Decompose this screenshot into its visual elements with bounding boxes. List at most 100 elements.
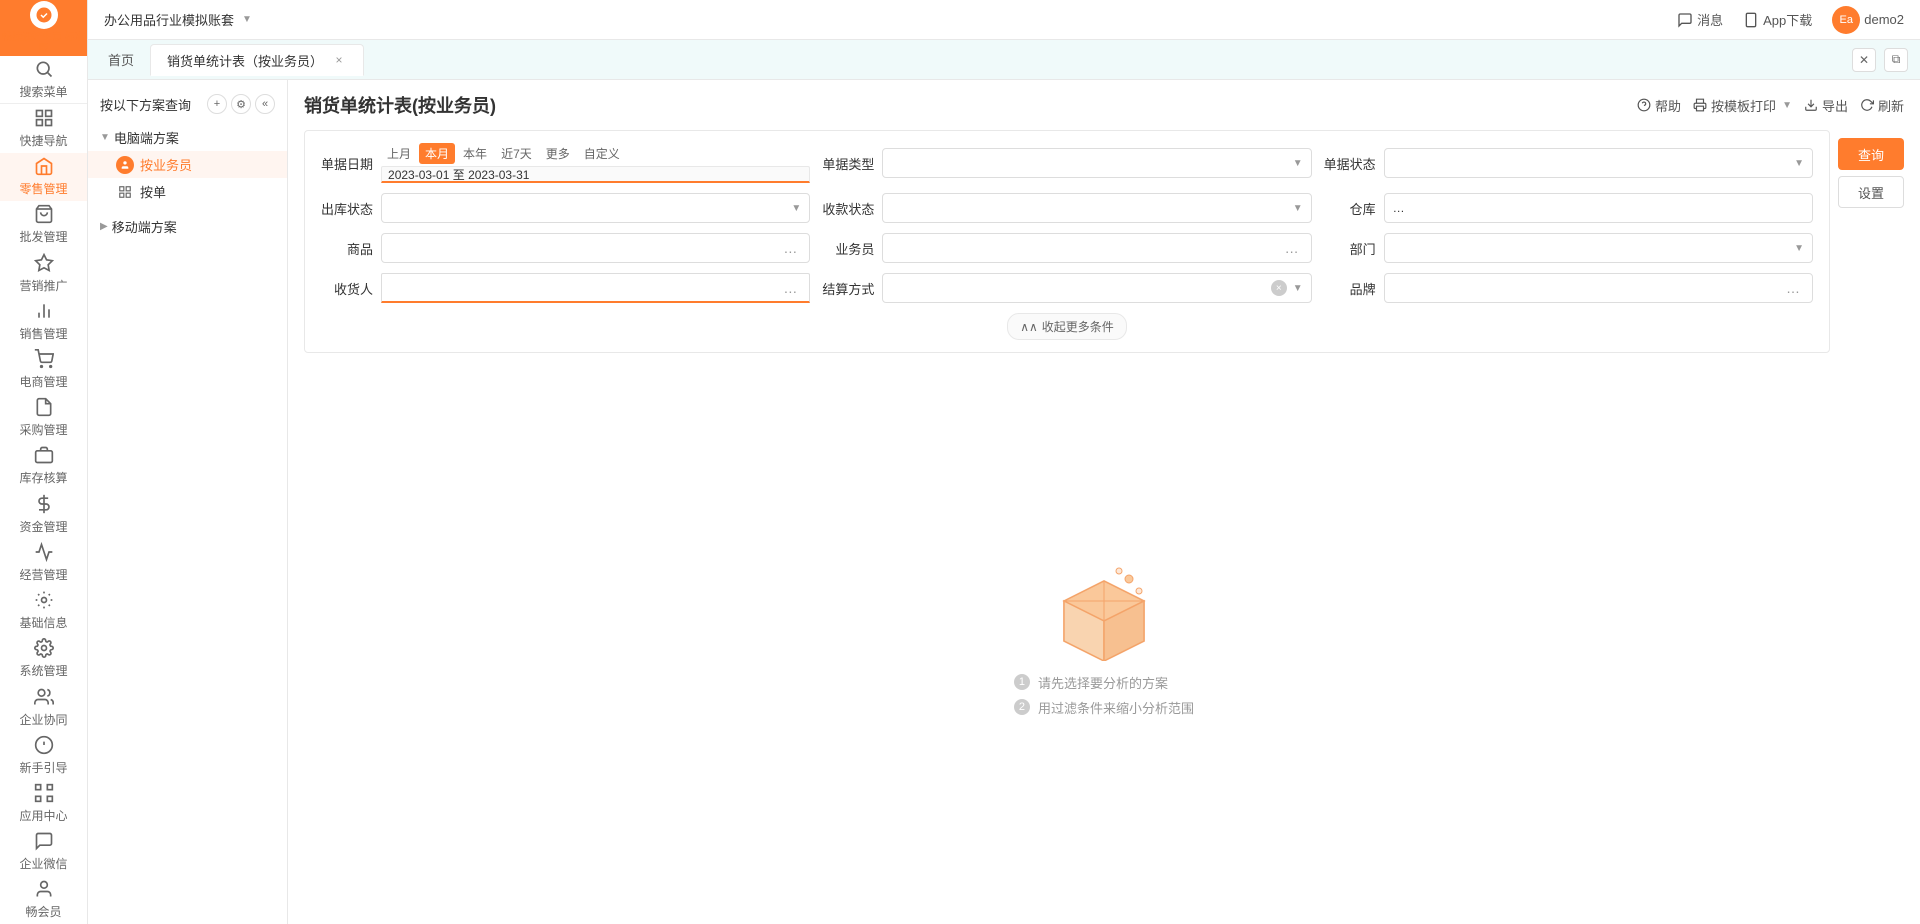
salesperson-input[interactable]: … bbox=[882, 233, 1311, 263]
sidebar-item-purchase[interactable]: 采购管理 bbox=[0, 394, 88, 442]
salesperson-label: 业务员 bbox=[822, 239, 874, 258]
sidebar-item-finance-label: 资金管理 bbox=[19, 518, 67, 535]
sidebar-item-guide[interactable]: 新手引导 bbox=[0, 731, 88, 779]
shortcut-more[interactable]: 更多 bbox=[540, 143, 576, 164]
tree-parent-desktop[interactable]: ▼ 电脑端方案 bbox=[88, 124, 287, 151]
sidebar-item-ecommerce[interactable]: 电商管理 bbox=[0, 345, 88, 393]
department-select[interactable]: ▼ bbox=[1384, 233, 1813, 263]
docstatus-arrow: ▼ bbox=[1794, 158, 1804, 169]
help-btn[interactable]: 帮助 bbox=[1637, 96, 1681, 115]
query-buttons: 查询 设置 bbox=[1838, 130, 1904, 208]
sidebar-item-search-label: 搜索菜单 bbox=[19, 83, 67, 100]
shortcut-custom[interactable]: 自定义 bbox=[578, 143, 626, 164]
app-logo[interactable]: 畅捷通好生意 标准版 bbox=[0, 0, 88, 56]
tab-restore-window-btn[interactable]: ⧉ bbox=[1884, 48, 1908, 72]
date-field-container: 上月 本月 本年 近7天 更多 自定义 bbox=[381, 143, 810, 183]
tree-child-salesperson[interactable]: 按业务员 bbox=[88, 151, 287, 178]
settings-scheme-btn[interactable]: ⚙ bbox=[231, 94, 251, 114]
consignee-label: 收货人 bbox=[321, 279, 373, 298]
win-close-icon: ✕ bbox=[1859, 53, 1869, 67]
tree-parent-mobile[interactable]: ▶ 移动端方案 bbox=[88, 213, 287, 240]
template-print-btn[interactable]: 按模板打印 ▼ bbox=[1693, 96, 1792, 115]
sidebar-item-operation[interactable]: 经营管理 bbox=[0, 538, 88, 586]
paymentmethod-clear-btn[interactable]: × bbox=[1271, 280, 1287, 296]
sidebar-item-member[interactable]: 畅会员 bbox=[0, 876, 88, 924]
user-info[interactable]: Ea demo2 bbox=[1832, 6, 1904, 34]
paymentstatus-select[interactable]: ▼ bbox=[882, 193, 1311, 223]
shortcut-this-month[interactable]: 本月 bbox=[419, 143, 455, 164]
settings-btn[interactable]: 设置 bbox=[1838, 176, 1904, 208]
left-panel-actions: + ⚙ « bbox=[207, 94, 275, 114]
sidebar-item-apps[interactable]: 应用中心 bbox=[0, 779, 88, 827]
sidebar-item-apps-label: 应用中心 bbox=[19, 807, 67, 824]
goods-input[interactable]: … bbox=[381, 233, 810, 263]
message-btn[interactable]: 消息 bbox=[1677, 10, 1723, 29]
export-btn[interactable]: 导出 bbox=[1804, 96, 1848, 115]
warehouse-input[interactable]: … bbox=[1384, 193, 1813, 223]
logo-icon bbox=[30, 1, 58, 29]
shortcut-7days[interactable]: 近7天 bbox=[495, 143, 538, 164]
sidebar-item-wholesale-label: 批发管理 bbox=[19, 228, 67, 245]
sidebar-item-collab[interactable]: 企业协同 bbox=[0, 683, 88, 731]
sidebar-item-operation-label: 经营管理 bbox=[19, 566, 67, 583]
collapse-btn[interactable]: ∧∧ 收起更多条件 bbox=[1007, 313, 1127, 340]
consignee-input[interactable]: … bbox=[381, 273, 810, 303]
brand-ellipsis[interactable]: … bbox=[1782, 280, 1804, 296]
salesperson-ellipsis[interactable]: … bbox=[1281, 240, 1303, 256]
sidebar-item-nav[interactable]: 快捷导航 bbox=[0, 104, 88, 152]
left-panel-title: 按以下方案查询 bbox=[100, 95, 191, 114]
refresh-label: 刷新 bbox=[1878, 96, 1904, 115]
sidebar-item-inventory[interactable]: 库存核算 bbox=[0, 442, 88, 490]
brand-input[interactable]: … bbox=[1384, 273, 1813, 303]
sidebar-item-wechat[interactable]: 企业微信 bbox=[0, 828, 88, 876]
paymentmethod-select[interactable]: × ▼ bbox=[882, 273, 1311, 303]
tab-active[interactable]: 销货单统计表（按业务员） × bbox=[150, 44, 364, 76]
doctype-select[interactable]: ▼ bbox=[882, 148, 1311, 178]
filter-salesperson-field: 业务员 … bbox=[822, 233, 1311, 263]
collapse-panel-btn[interactable]: « bbox=[255, 94, 275, 114]
docstatus-label: 单据状态 bbox=[1324, 154, 1376, 173]
goods-ellipsis[interactable]: … bbox=[779, 240, 801, 256]
sidebar-item-finance[interactable]: 资金管理 bbox=[0, 490, 88, 538]
sidebar-item-sales[interactable]: 销售管理 bbox=[0, 297, 88, 345]
tree-child-order[interactable]: 按单 bbox=[88, 178, 287, 205]
add-scheme-btn[interactable]: + bbox=[207, 94, 227, 114]
tab-close-btn[interactable]: × bbox=[331, 52, 347, 68]
brand-label: 品牌 bbox=[1324, 279, 1376, 298]
sidebar-item-retail[interactable]: 零售管理 bbox=[0, 153, 88, 201]
sidebar-item-marketing[interactable]: 营销推广 bbox=[0, 249, 88, 297]
tree-child-salesperson-label: 按业务员 bbox=[140, 155, 192, 174]
query-btn[interactable]: 查询 bbox=[1838, 138, 1904, 170]
empty-text: 1 请先选择要分析的方案 2 用过滤条件来缩小分析范围 bbox=[1014, 673, 1194, 717]
filter-row-2: 出库状态 ▼ 收款状态 ▼ bbox=[321, 193, 1813, 223]
sidebar-item-wechat-label: 企业微信 bbox=[19, 855, 67, 872]
stockstatus-label: 出库状态 bbox=[321, 199, 373, 218]
date-range-input[interactable] bbox=[381, 166, 810, 183]
filter-docstatus-field: 单据状态 ▼ bbox=[1324, 148, 1813, 178]
sidebar-item-collab-label: 企业协同 bbox=[19, 711, 67, 728]
paymentmethod-label: 结算方式 bbox=[822, 279, 874, 298]
top-header: 办公用品行业模拟账套 ▼ 消息 App下载 Ea demo2 bbox=[88, 0, 1920, 40]
top-title: 办公用品行业模拟账套 bbox=[104, 10, 234, 29]
stockstatus-select[interactable]: ▼ bbox=[381, 193, 810, 223]
refresh-btn[interactable]: 刷新 bbox=[1860, 96, 1904, 115]
top-title-dropdown-icon[interactable]: ▼ bbox=[242, 14, 252, 25]
sidebar-item-search[interactable]: 搜索菜单 bbox=[0, 56, 87, 104]
shortcut-this-year[interactable]: 本年 bbox=[457, 143, 493, 164]
tab-home[interactable]: 首页 bbox=[92, 44, 150, 76]
sidebar-item-system[interactable]: 系统管理 bbox=[0, 635, 88, 683]
docstatus-select[interactable]: ▼ bbox=[1384, 148, 1813, 178]
sidebar-item-wholesale[interactable]: 批发管理 bbox=[0, 201, 88, 249]
tab-close-window-btn[interactable]: ✕ bbox=[1852, 48, 1876, 72]
consignee-ellipsis[interactable]: … bbox=[779, 280, 801, 296]
sidebar-item-member-label: 畅会员 bbox=[25, 903, 61, 920]
app-download-btn[interactable]: App下载 bbox=[1743, 10, 1812, 29]
filter-row-1: 单据日期 上月 本月 本年 近7天 更多 自定义 bbox=[321, 143, 1813, 183]
message-label: 消息 bbox=[1697, 10, 1723, 29]
sidebar-item-basic[interactable]: 基础信息 bbox=[0, 586, 88, 634]
tip1-num: 1 bbox=[1014, 674, 1030, 690]
shortcut-last-month[interactable]: 上月 bbox=[381, 143, 417, 164]
tab-home-label: 首页 bbox=[108, 50, 134, 69]
app-logo-text: 畅捷通好生意 标准版 bbox=[0, 32, 88, 56]
tab-bar-right: ✕ ⧉ bbox=[1852, 48, 1916, 72]
